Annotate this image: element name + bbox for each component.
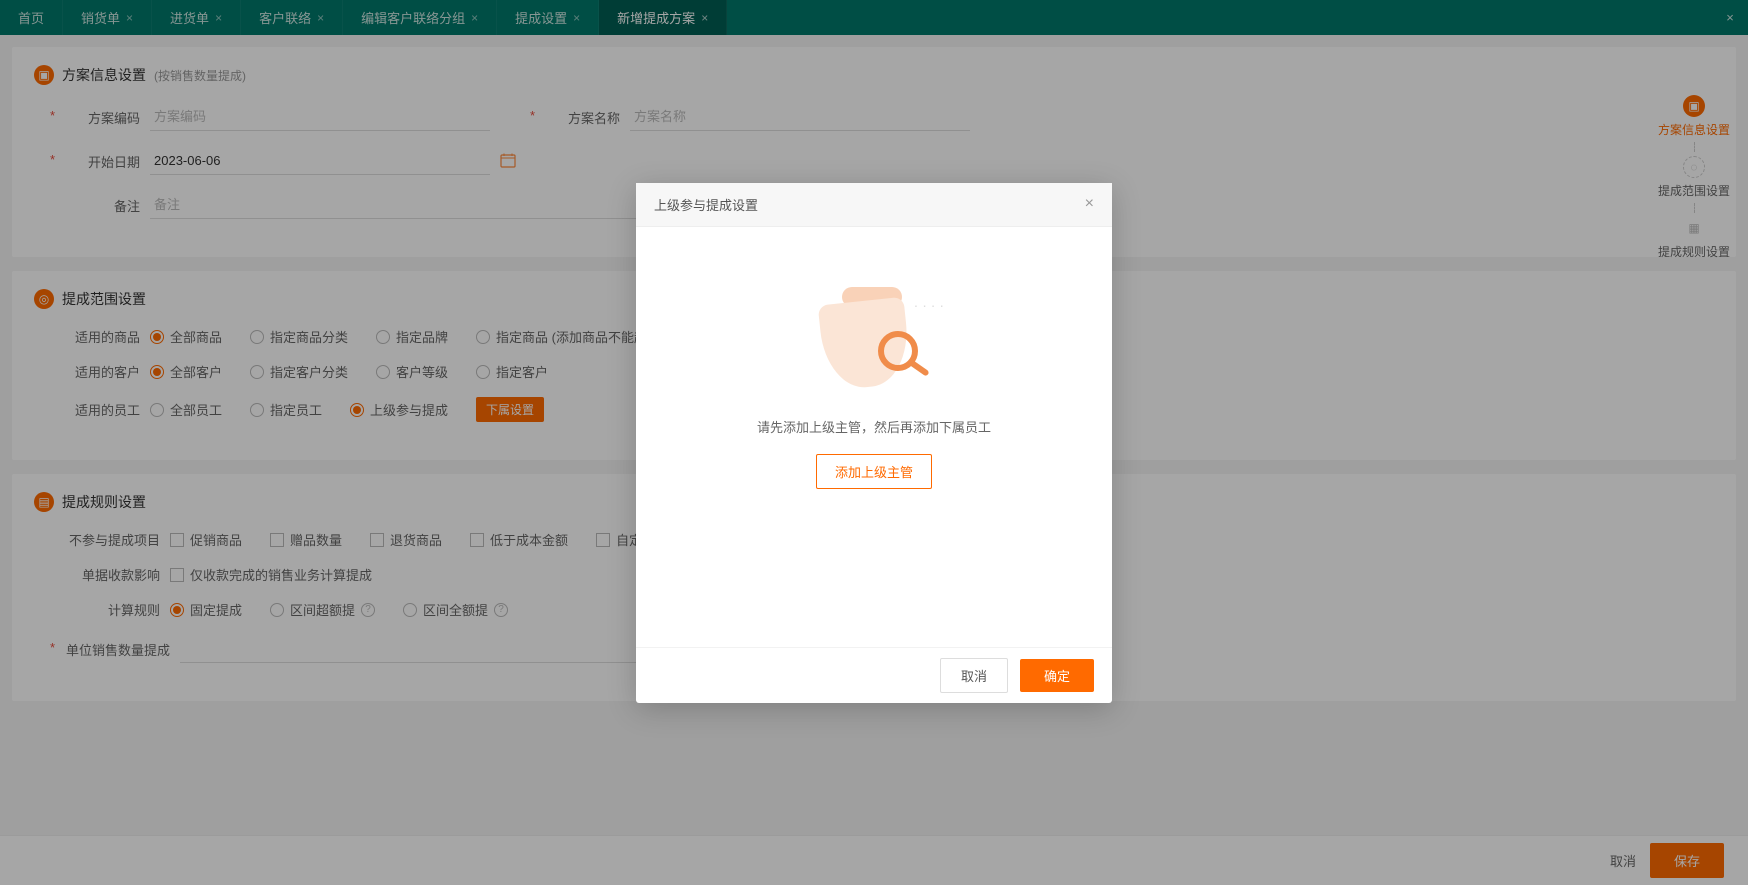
superior-setting-modal: 上级参与提成设置 × · · · · 请先添加上级主管，然后再添加下属员工 添加… [636,183,1112,703]
add-superior-button[interactable]: 添加上级主管 [816,454,932,489]
modal-title: 上级参与提成设置 [654,195,758,214]
modal-body: · · · · 请先添加上级主管，然后再添加下属员工 添加上级主管 [636,227,1112,647]
modal-header: 上级参与提成设置 × [636,183,1112,227]
modal-close-icon[interactable]: × [1085,195,1094,213]
modal-footer: 取消 确定 [636,647,1112,703]
modal-cancel-button[interactable]: 取消 [940,658,1008,693]
modal-ok-button[interactable]: 确定 [1020,659,1094,692]
empty-state-text: 请先添加上级主管，然后再添加下属员工 [656,417,1092,436]
empty-state-icon: · · · · [804,287,944,397]
